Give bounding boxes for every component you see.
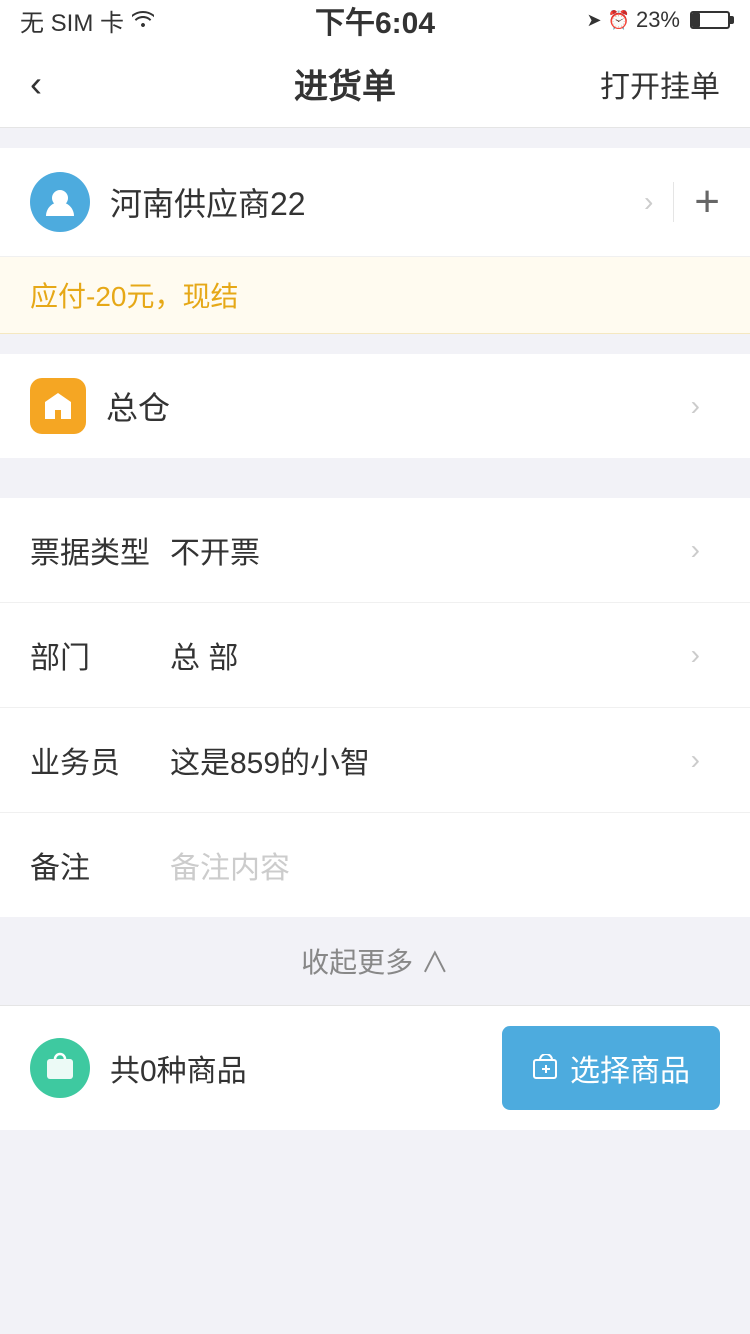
- department-chevron-icon: ›: [691, 639, 700, 671]
- supplier-row[interactable]: 河南供应商22 › +: [0, 148, 750, 257]
- invoice-row[interactable]: 票据类型 不开票 ›: [0, 498, 750, 603]
- battery-icon: [690, 11, 730, 29]
- salesperson-row[interactable]: 业务员 这是859的小智 ›: [0, 708, 750, 813]
- supplier-name: 河南供应商22: [110, 179, 644, 225]
- remark-input[interactable]: 备注内容: [160, 843, 720, 887]
- select-goods-button[interactable]: 选择商品: [502, 1026, 720, 1110]
- remark-row[interactable]: 备注 备注内容: [0, 813, 750, 917]
- back-button[interactable]: ‹: [30, 63, 90, 105]
- section-gap-1: [0, 128, 750, 148]
- battery-percent: 23%: [636, 7, 680, 33]
- invoice-chevron-icon: ›: [691, 534, 700, 566]
- department-row[interactable]: 部门 总 部 ›: [0, 603, 750, 708]
- supplier-section: 河南供应商22 › + 应付-20元，现结: [0, 148, 750, 334]
- warehouse-section: 总仓 ›: [0, 354, 750, 458]
- add-supplier-button[interactable]: +: [694, 177, 720, 227]
- warehouse-chevron-icon: ›: [691, 390, 700, 422]
- warehouse-row[interactable]: 总仓 ›: [0, 354, 750, 458]
- department-label: 部门: [30, 633, 160, 677]
- salesperson-label: 业务员: [30, 738, 160, 782]
- invoice-value: 不开票: [160, 528, 691, 572]
- salesperson-value: 这是859的小智: [160, 738, 691, 782]
- supplier-chevron-icon: ›: [644, 186, 653, 218]
- open-pending-button[interactable]: 打开挂单: [600, 62, 720, 106]
- notice-bar: 应付-20元，现结: [0, 257, 750, 334]
- page-title: 进货单: [294, 59, 396, 108]
- nav-bar: ‹ 进货单 打开挂单: [0, 40, 750, 128]
- collapse-more-button[interactable]: 收起更多 ∧: [0, 917, 750, 1005]
- salesperson-chevron-icon: ›: [691, 744, 700, 776]
- remark-label: 备注: [30, 843, 160, 887]
- warehouse-icon-wrap: [30, 378, 86, 434]
- goods-icon-wrap: [30, 1038, 90, 1098]
- bottom-bar: 共0种商品 选择商品: [0, 1005, 750, 1130]
- avatar: [30, 172, 90, 232]
- location-icon: ➤: [586, 10, 601, 31]
- select-goods-label: 选择商品: [570, 1046, 690, 1090]
- status-right: ➤ ⏰ 23%: [586, 7, 730, 33]
- collapse-label: 收起更多 ∧: [301, 947, 449, 978]
- alarm-icon: ⏰: [608, 10, 630, 31]
- status-bar: 无 SIM 卡 下午6:04 ➤ ⏰ 23%: [0, 0, 750, 40]
- warehouse-name: 总仓: [106, 383, 691, 429]
- time-display: 下午6:04: [315, 0, 435, 42]
- department-value: 总 部: [160, 633, 691, 677]
- section-gap-2: [0, 334, 750, 354]
- notice-text: 应付-20元，现结: [30, 281, 238, 312]
- invoice-label: 票据类型: [30, 528, 160, 572]
- form-section: 票据类型 不开票 › 部门 总 部 › 业务员 这是859的小智 › 备注 备注…: [0, 498, 750, 917]
- carrier-text: 无 SIM 卡: [20, 3, 124, 38]
- status-left: 无 SIM 卡: [20, 3, 154, 38]
- goods-count-text: 共0种商品: [110, 1046, 502, 1090]
- section-gap-3: [0, 458, 750, 478]
- wifi-icon: [132, 6, 154, 34]
- vertical-divider: [673, 182, 674, 222]
